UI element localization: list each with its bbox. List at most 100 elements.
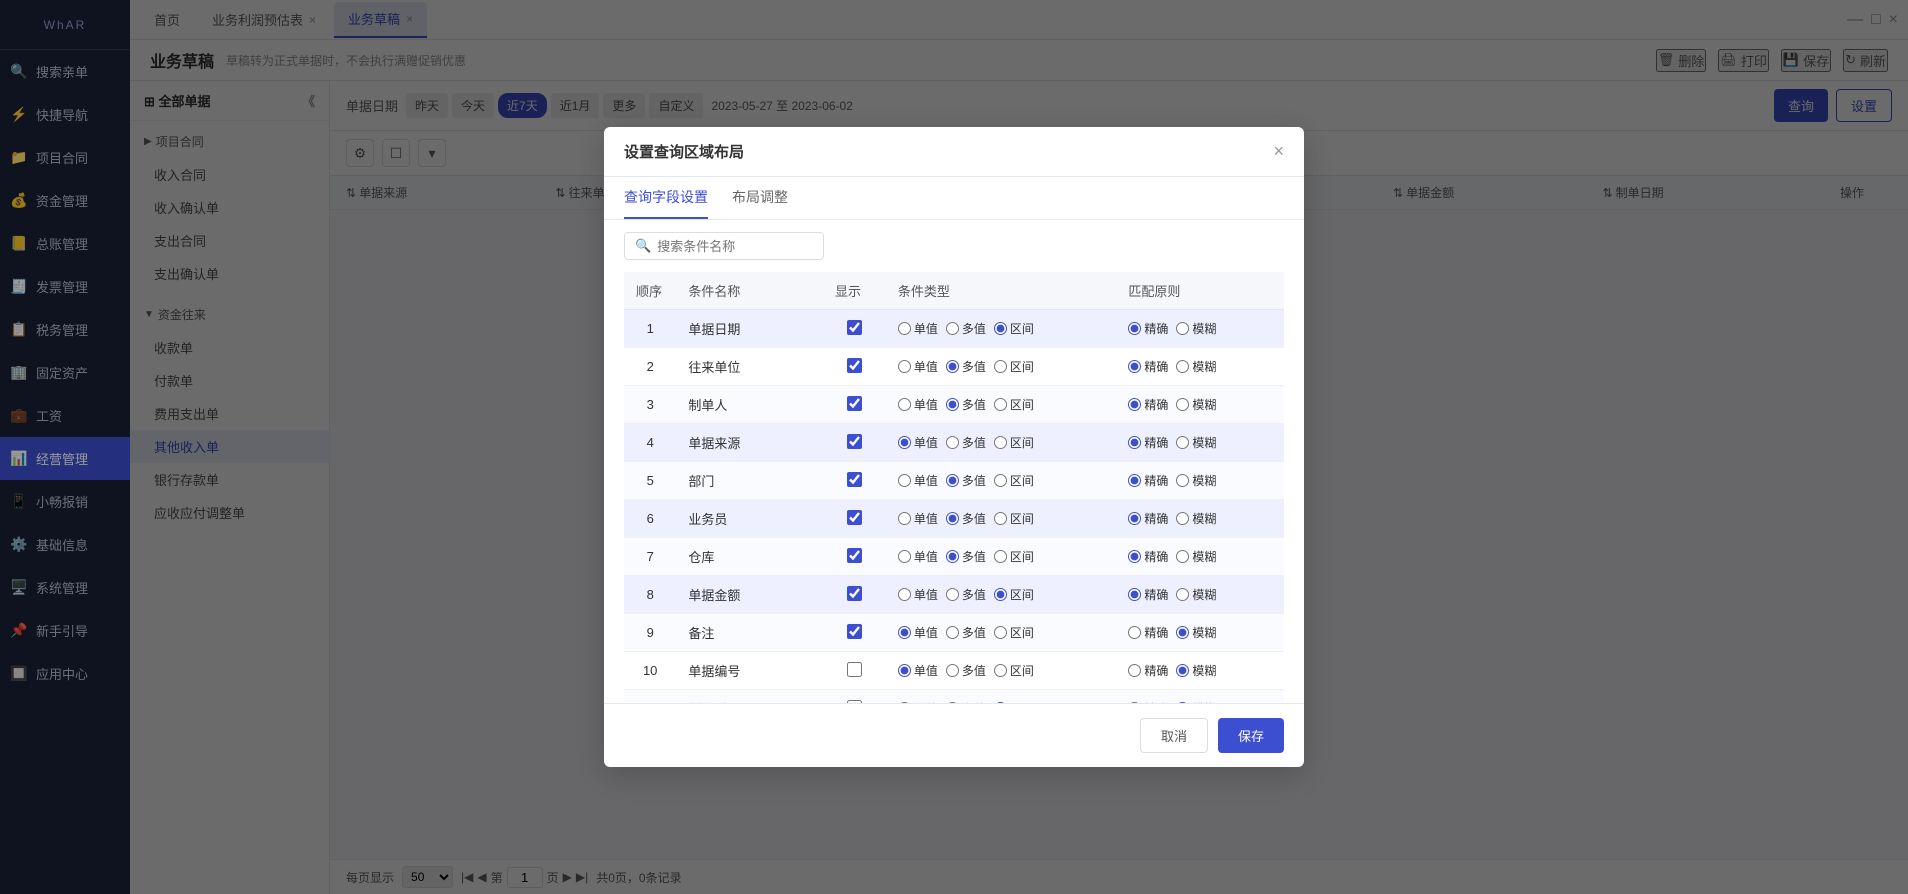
type-multi-label-4[interactable]: 多值	[946, 472, 986, 489]
match-exact-radio-4[interactable]	[1128, 474, 1141, 487]
match-fuzzy-label-5[interactable]: 模糊	[1176, 510, 1216, 527]
type-single-label-8[interactable]: 单值	[898, 624, 938, 641]
match-exact-label-1[interactable]: 精确	[1128, 358, 1168, 375]
match-fuzzy-radio-1[interactable]	[1176, 360, 1189, 373]
type-multi-radio-3[interactable]	[946, 436, 959, 449]
show-checkbox-1[interactable]	[847, 358, 862, 373]
match-exact-label-7[interactable]: 精确	[1128, 586, 1168, 603]
match-exact-radio-7[interactable]	[1128, 588, 1141, 601]
show-checkbox-3[interactable]	[847, 434, 862, 449]
type-range-label-9[interactable]: 区间	[994, 662, 1034, 679]
match-exact-label-0[interactable]: 精确	[1128, 320, 1168, 337]
type-range-label-3[interactable]: 区间	[994, 434, 1034, 451]
match-fuzzy-label-7[interactable]: 模糊	[1176, 586, 1216, 603]
modal-cell-show[interactable]	[823, 310, 886, 348]
match-fuzzy-label-6[interactable]: 模糊	[1176, 548, 1216, 565]
type-multi-radio-6[interactable]	[946, 550, 959, 563]
type-range-radio-5[interactable]	[994, 512, 1007, 525]
type-single-label-1[interactable]: 单值	[898, 358, 938, 375]
modal-cell-show[interactable]	[823, 386, 886, 424]
show-checkbox-4[interactable]	[847, 472, 862, 487]
match-exact-radio-9[interactable]	[1128, 664, 1141, 677]
match-fuzzy-label-0[interactable]: 模糊	[1176, 320, 1216, 337]
match-fuzzy-radio-8[interactable]	[1176, 626, 1189, 639]
type-range-radio-9[interactable]	[994, 664, 1007, 677]
match-fuzzy-label-4[interactable]: 模糊	[1176, 472, 1216, 489]
match-exact-radio-1[interactable]	[1128, 360, 1141, 373]
type-range-label-8[interactable]: 区间	[994, 624, 1034, 641]
type-range-label-7[interactable]: 区间	[994, 586, 1034, 603]
modal-tab-field-settings[interactable]: 查询字段设置	[624, 177, 708, 219]
match-exact-radio-5[interactable]	[1128, 512, 1141, 525]
type-single-label-0[interactable]: 单值	[898, 320, 938, 337]
modal-cell-show[interactable]	[823, 462, 886, 500]
type-single-label-3[interactable]: 单值	[898, 434, 938, 451]
type-single-radio-9[interactable]	[898, 664, 911, 677]
match-exact-radio-2[interactable]	[1128, 398, 1141, 411]
modal-cell-show[interactable]	[823, 652, 886, 690]
match-fuzzy-radio-2[interactable]	[1176, 398, 1189, 411]
type-single-radio-4[interactable]	[898, 474, 911, 487]
modal-cell-show[interactable]	[823, 690, 886, 704]
modal-cell-show[interactable]	[823, 614, 886, 652]
show-checkbox-9[interactable]	[847, 662, 862, 677]
type-range-label-5[interactable]: 区间	[994, 510, 1034, 527]
match-fuzzy-radio-3[interactable]	[1176, 436, 1189, 449]
match-exact-label-2[interactable]: 精确	[1128, 396, 1168, 413]
type-multi-label-1[interactable]: 多值	[946, 358, 986, 375]
match-fuzzy-label-8[interactable]: 模糊	[1176, 624, 1216, 641]
type-single-radio-5[interactable]	[898, 512, 911, 525]
type-single-label-2[interactable]: 单值	[898, 396, 938, 413]
type-range-radio-3[interactable]	[994, 436, 1007, 449]
type-range-radio-0[interactable]	[994, 322, 1007, 335]
type-multi-label-8[interactable]: 多值	[946, 624, 986, 641]
match-exact-radio-6[interactable]	[1128, 550, 1141, 563]
match-fuzzy-radio-4[interactable]	[1176, 474, 1189, 487]
match-exact-label-6[interactable]: 精确	[1128, 548, 1168, 565]
type-single-radio-8[interactable]	[898, 626, 911, 639]
type-single-radio-3[interactable]	[898, 436, 911, 449]
show-checkbox-7[interactable]	[847, 586, 862, 601]
type-single-radio-6[interactable]	[898, 550, 911, 563]
match-exact-label-3[interactable]: 精确	[1128, 434, 1168, 451]
type-single-radio-2[interactable]	[898, 398, 911, 411]
type-multi-radio-4[interactable]	[946, 474, 959, 487]
type-single-label-6[interactable]: 单值	[898, 548, 938, 565]
type-range-radio-6[interactable]	[994, 550, 1007, 563]
modal-cancel-button[interactable]: 取消	[1140, 718, 1208, 753]
modal-save-button[interactable]: 保存	[1218, 718, 1284, 753]
match-exact-label-8[interactable]: 精确	[1128, 624, 1168, 641]
match-fuzzy-label-1[interactable]: 模糊	[1176, 358, 1216, 375]
match-exact-radio-8[interactable]	[1128, 626, 1141, 639]
type-range-radio-1[interactable]	[994, 360, 1007, 373]
match-fuzzy-label-3[interactable]: 模糊	[1176, 434, 1216, 451]
type-single-label-7[interactable]: 单值	[898, 586, 938, 603]
type-multi-radio-1[interactable]	[946, 360, 959, 373]
match-fuzzy-radio-0[interactable]	[1176, 322, 1189, 335]
type-multi-radio-8[interactable]	[946, 626, 959, 639]
type-multi-radio-0[interactable]	[946, 322, 959, 335]
modal-cell-show[interactable]	[823, 538, 886, 576]
type-range-label-2[interactable]: 区间	[994, 396, 1034, 413]
type-multi-radio-5[interactable]	[946, 512, 959, 525]
type-range-radio-8[interactable]	[994, 626, 1007, 639]
show-checkbox-8[interactable]	[847, 624, 862, 639]
type-range-radio-2[interactable]	[994, 398, 1007, 411]
match-exact-label-9[interactable]: 精确	[1128, 662, 1168, 679]
match-fuzzy-radio-6[interactable]	[1176, 550, 1189, 563]
type-multi-label-9[interactable]: 多值	[946, 662, 986, 679]
modal-cell-show[interactable]	[823, 424, 886, 462]
type-multi-radio-9[interactable]	[946, 664, 959, 677]
show-checkbox-6[interactable]	[847, 548, 862, 563]
match-fuzzy-label-9[interactable]: 模糊	[1176, 662, 1216, 679]
show-checkbox-5[interactable]	[847, 510, 862, 525]
type-range-label-1[interactable]: 区间	[994, 358, 1034, 375]
match-exact-label-4[interactable]: 精确	[1128, 472, 1168, 489]
type-multi-label-2[interactable]: 多值	[946, 396, 986, 413]
modal-cell-show[interactable]	[823, 576, 886, 614]
match-exact-radio-0[interactable]	[1128, 322, 1141, 335]
modal-close-button[interactable]: ×	[1273, 141, 1284, 162]
type-multi-label-7[interactable]: 多值	[946, 586, 986, 603]
match-exact-label-5[interactable]: 精确	[1128, 510, 1168, 527]
modal-tab-layout-adjust[interactable]: 布局调整	[732, 177, 788, 219]
